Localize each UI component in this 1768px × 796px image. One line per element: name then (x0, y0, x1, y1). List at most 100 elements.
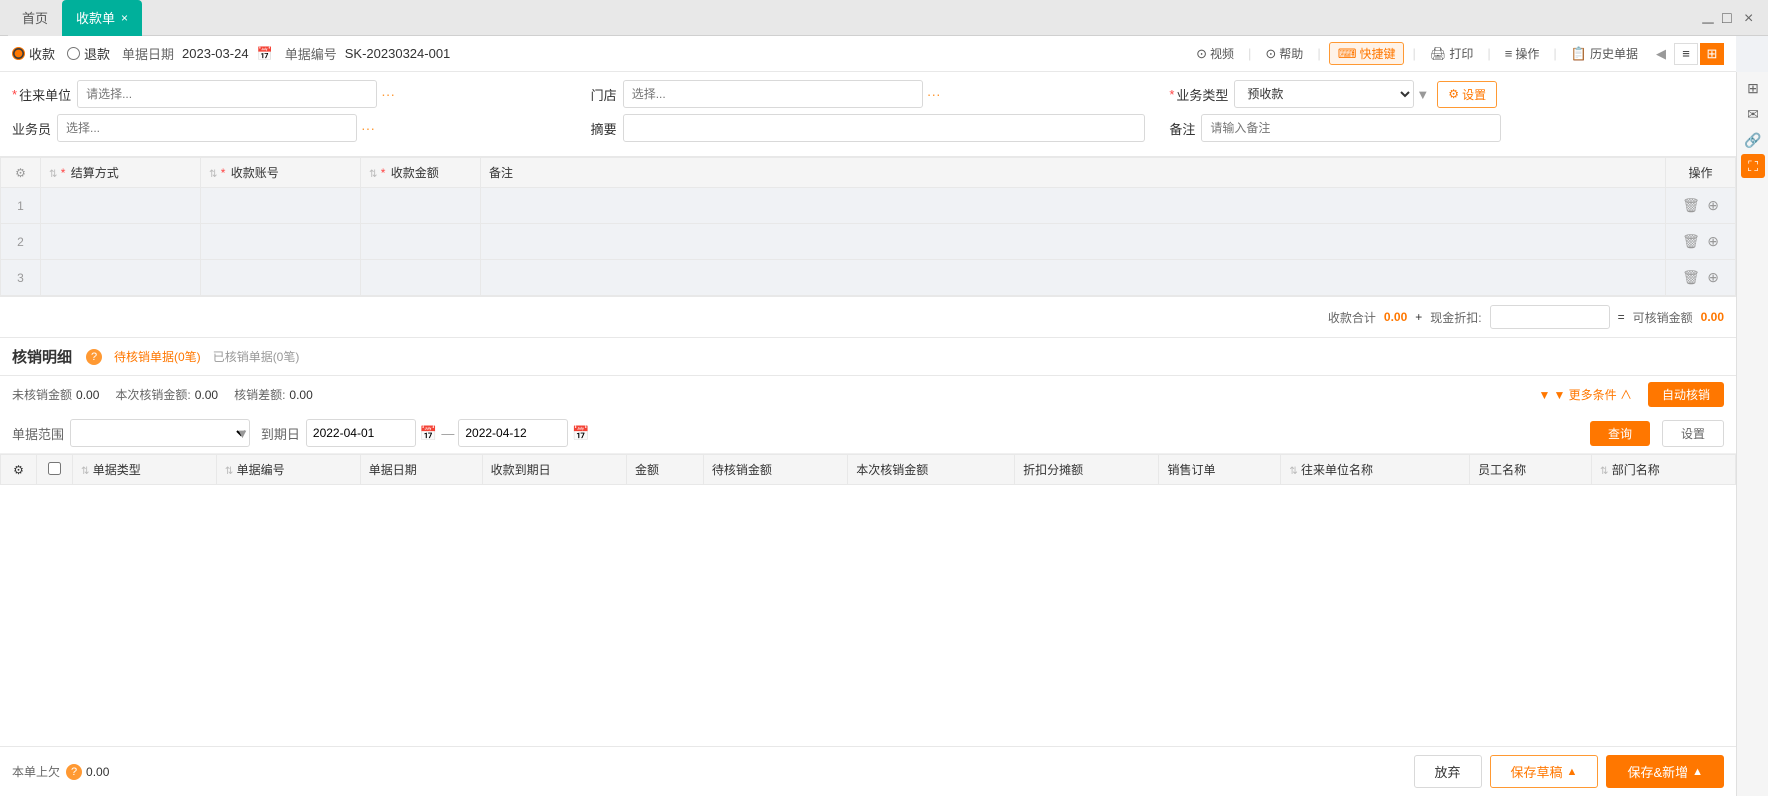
view-list-button[interactable]: ≡ (1674, 43, 1698, 65)
content-area: 收款 退款 单据日期 2023-03-24 📅 单据编号 SK-20230324… (0, 36, 1736, 796)
bth-settings[interactable]: ⚙ (1, 455, 37, 485)
operations-button[interactable]: ≡ 操作 (1499, 43, 1546, 64)
filter-settings-button[interactable]: 设置 (1662, 420, 1724, 447)
current-label: 本次核销金额: (115, 386, 190, 403)
row3-copy-button[interactable]: ⊕ (1705, 267, 1721, 288)
tab-home[interactable]: 首页 (8, 0, 62, 36)
verified-tag[interactable]: 已核销单据(0笔) (213, 348, 300, 365)
partner-label: 往来单位 (19, 85, 71, 104)
th-settings[interactable]: ⚙ (1, 158, 41, 188)
table-settings-icon[interactable]: ⚙ (15, 166, 26, 180)
refund-radio[interactable]: 退款 (67, 44, 110, 63)
data-table: ⚙ ⇅ * 结算方式 ⇅ * 收款账号 ⇅ (0, 157, 1736, 296)
settings-button[interactable]: ⚙ 设置 (1437, 81, 1497, 108)
discard-button[interactable]: 放弃 (1414, 755, 1482, 788)
form-row-1: * 往来单位 ··· 门店 ··· * 业务类型 预收款 (12, 80, 1724, 108)
bth-due-date: 收款到期日 (482, 455, 626, 485)
store-input[interactable] (623, 80, 923, 108)
receivable-label: 可核销金额 (1633, 309, 1693, 326)
date-from-input[interactable] (306, 419, 416, 447)
row2-actions: 🗑 ⊕ (1666, 224, 1736, 260)
pending-tag[interactable]: 待核销单据(0笔) (114, 348, 201, 365)
save-draft-arrow: ▲ (1567, 766, 1578, 778)
row3-amount[interactable] (361, 260, 481, 296)
row2-remark[interactable] (481, 224, 1666, 260)
minimize-button[interactable]: － (1700, 10, 1716, 26)
filter-icon: ▼ (1539, 388, 1551, 402)
row1-remark[interactable] (481, 188, 1666, 224)
calendar-to-icon[interactable]: 📅 (572, 425, 589, 442)
right-sidebar: ⊞ ✉ 🔗 ⛶ (1736, 72, 1768, 796)
current-value: 0.00 (195, 388, 218, 402)
row1-amount[interactable] (361, 188, 481, 224)
sidebar-expand-icon[interactable]: ⛶ (1741, 154, 1765, 178)
tab-receipt[interactable]: 收款单 × (62, 0, 142, 36)
query-button[interactable]: 查询 (1590, 421, 1650, 446)
close-button[interactable]: × (1744, 10, 1760, 26)
store-more-icon[interactable]: ··· (923, 86, 945, 102)
select-all-checkbox[interactable] (48, 462, 61, 475)
row1-settle[interactable] (41, 188, 201, 224)
row1-copy-button[interactable]: ⊕ (1705, 195, 1721, 216)
row3-account[interactable] (201, 260, 361, 296)
auto-verify-button[interactable]: 自动核销 (1648, 382, 1724, 407)
partner-input[interactable] (77, 80, 377, 108)
print-button[interactable]: 🖨 打印 (1424, 43, 1480, 64)
tab-bar: 首页 收款单 × － □ × (0, 0, 1768, 36)
refund-radio-input[interactable] (67, 47, 80, 60)
unchecked-stat: 未核销金额 0.00 (12, 386, 99, 403)
note-input[interactable] (1201, 114, 1501, 142)
sidebar-table-icon[interactable]: ⊞ (1741, 76, 1765, 100)
help-button[interactable]: ⊙ 帮助 (1259, 43, 1309, 64)
staff-input[interactable] (57, 114, 357, 142)
row2-delete-button[interactable]: 🗑 (1680, 231, 1702, 252)
verification-section: 核销明细 ? 待核销单据(0笔) 已核销单据(0笔) 未核销金额 0.00 本次… (0, 338, 1736, 746)
row2-copy-button[interactable]: ⊕ (1705, 231, 1721, 252)
row-num-3: 3 (1, 260, 41, 296)
partner-more-icon[interactable]: ··· (377, 86, 399, 102)
verification-help-icon[interactable]: ? (86, 349, 102, 365)
total-value: 0.00 (1384, 310, 1407, 324)
range-select[interactable] (70, 419, 250, 447)
row3-remark[interactable] (481, 260, 1666, 296)
sidebar-email-icon[interactable]: ✉ (1741, 102, 1765, 126)
receipt-radio-input[interactable] (12, 47, 25, 60)
settings-label: 设置 (1462, 86, 1486, 103)
row1-account[interactable] (201, 188, 361, 224)
row1-delete-button[interactable]: 🗑 (1680, 195, 1702, 216)
view-grid-button[interactable]: ⊞ (1700, 43, 1724, 65)
summary-input[interactable] (623, 114, 1146, 142)
tab-close-icon[interactable]: × (121, 11, 128, 25)
biz-type-select[interactable]: 预收款 (1234, 80, 1414, 108)
row3-delete-button[interactable]: 🗑 (1680, 267, 1702, 288)
date-to-input[interactable] (458, 419, 568, 447)
verification-stats: 未核销金额 0.00 本次核销金额: 0.00 核销差额: 0.00 ▼ ▼ 更… (0, 376, 1736, 413)
staff-more-icon[interactable]: ··· (357, 120, 379, 136)
receivable-value: 0.00 (1701, 310, 1724, 324)
maximize-button[interactable]: □ (1722, 10, 1738, 26)
diff-stat: 核销差额: 0.00 (234, 386, 313, 403)
history-button[interactable]: 📋 历史单据 (1565, 43, 1644, 64)
calendar-from-icon[interactable]: 📅 (420, 425, 437, 442)
toolbar: 收款 退款 单据日期 2023-03-24 📅 单据编号 SK-20230324… (0, 36, 1736, 72)
save-new-button[interactable]: 保存&新增 ▲ (1606, 755, 1724, 788)
row3-settle[interactable] (41, 260, 201, 296)
row2-account[interactable] (201, 224, 361, 260)
row2-settle[interactable] (41, 224, 201, 260)
save-draft-button[interactable]: 保存草稿 ▲ (1490, 755, 1599, 788)
range-label: 单据范围 (12, 424, 64, 443)
video-button[interactable]: ⊙ 视频 (1190, 43, 1240, 64)
receipt-radio[interactable]: 收款 (12, 44, 55, 63)
footer-help-icon[interactable]: ? (66, 764, 82, 780)
nav-prev-button[interactable]: ◀ (1652, 44, 1670, 64)
more-conditions-button[interactable]: ▼ ▼ 更多条件 ∧ (1539, 386, 1632, 403)
filter-row: 单据范围 ▼ 到期日 📅 — 📅 查询 设置 (0, 413, 1736, 454)
shortcuts-button[interactable]: ⌨ 快捷键 (1329, 42, 1405, 65)
toolbar-nav: ◀ ≡ ⊞ (1652, 43, 1724, 65)
partner-field: * 往来单位 ··· (12, 80, 567, 108)
sidebar-link-icon[interactable]: 🔗 (1741, 128, 1765, 152)
calendar-icon[interactable]: 📅 (257, 46, 273, 62)
discount-input[interactable] (1490, 305, 1610, 329)
range-filter: 单据范围 ▼ (12, 419, 249, 447)
row2-amount[interactable] (361, 224, 481, 260)
